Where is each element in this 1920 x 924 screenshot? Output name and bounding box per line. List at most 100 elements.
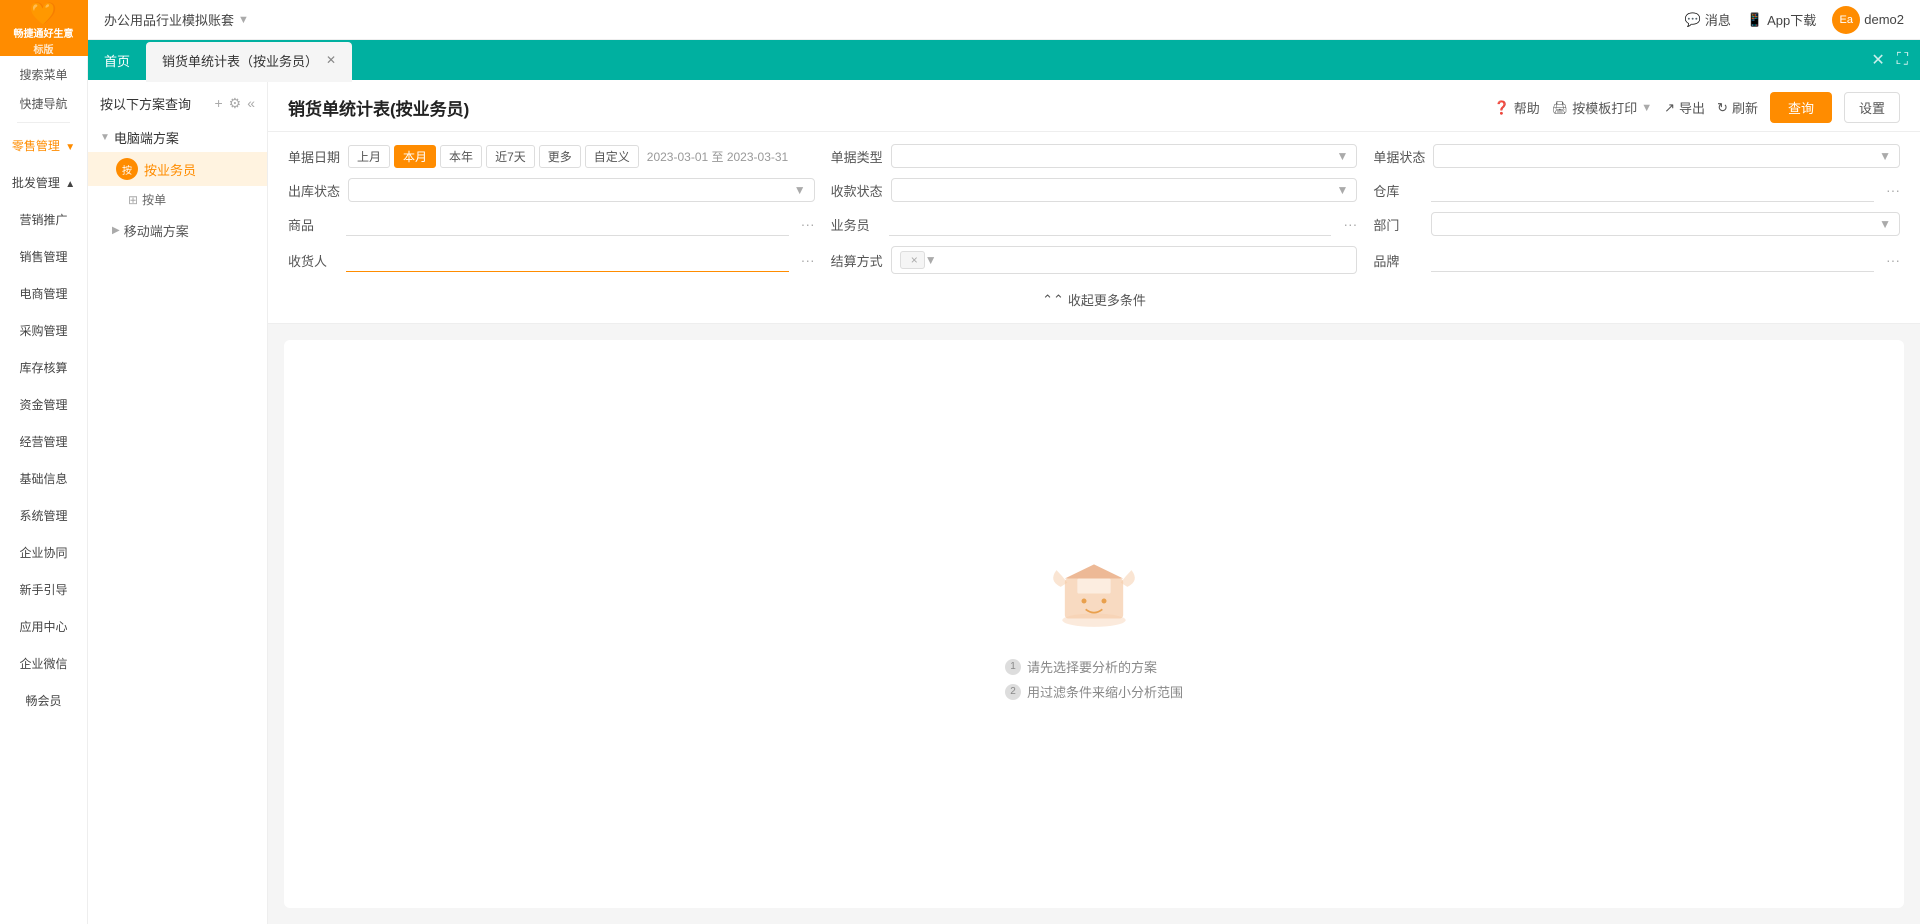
filter-brand-item: 品牌 ···: [1373, 248, 1900, 272]
filter-settlement-item: 结算方式 × ▼: [831, 246, 1358, 274]
department-label: 部门: [1373, 215, 1423, 234]
sidebar-item-retail[interactable]: 零售管理 ▼: [0, 127, 87, 164]
tab-home[interactable]: 首页: [88, 40, 146, 80]
sidebar: 🧡 畅捷通好生意 标版 搜索菜单 快捷导航 零售管理 ▼ 批发管理 ▲ 营销推广…: [0, 0, 88, 924]
chevron-down-icon: ▼: [238, 14, 249, 26]
chevron-down-icon: ▼: [925, 253, 937, 267]
this-month-btn[interactable]: 本月: [394, 145, 436, 168]
print-dropdown-icon: ▼: [1641, 102, 1652, 114]
tab-sales-stats[interactable]: 销货单统计表（按业务员） ✕: [146, 42, 352, 82]
avatar: Ea: [1832, 6, 1860, 34]
add-scheme-icon[interactable]: +: [214, 95, 222, 112]
sidebar-item-purchase[interactable]: 采购管理: [0, 312, 87, 349]
order-type-label: 单据类型: [831, 147, 883, 166]
empty-tips: 1 请先选择要分析的方案 2 用过滤条件来缩小分析范围: [1005, 657, 1183, 707]
quick-nav-item[interactable]: 快捷导航: [0, 89, 87, 118]
collapse-button[interactable]: ⌃⌃ 收起更多条件: [288, 284, 1900, 311]
filter-row-4: 收货人 ··· 结算方式 × ▼: [288, 246, 1900, 274]
sidebar-item-finance[interactable]: 资金管理: [0, 386, 87, 423]
settlement-label: 结算方式: [831, 251, 883, 270]
tree-sub-item-by-order[interactable]: ⊞ 按单: [88, 186, 267, 213]
order-type-select[interactable]: ▼: [891, 144, 1358, 168]
last-month-btn[interactable]: 上月: [348, 145, 390, 168]
user-menu[interactable]: Ea demo2: [1832, 6, 1904, 34]
settings-scheme-icon[interactable]: ⚙: [229, 95, 242, 112]
consignee-input[interactable]: [346, 248, 789, 272]
warehouse-input[interactable]: [1431, 178, 1874, 202]
ship-status-select[interactable]: ▼: [348, 178, 815, 202]
content: 按以下方案查询 + ⚙ « ▼ 电脑端方案 按 按业务员 ⊞ 按单: [88, 80, 1920, 924]
order-status-select[interactable]: ▼: [1433, 144, 1900, 168]
sidebar-item-wholesale[interactable]: 批发管理 ▲: [0, 164, 87, 201]
help-button[interactable]: ❓ 帮助: [1494, 98, 1540, 117]
salesperson-label: 业务员: [831, 215, 881, 234]
payment-status-select[interactable]: ▼: [891, 178, 1358, 202]
print-icon: 🖨: [1552, 100, 1569, 116]
product-label: 商品: [288, 215, 338, 234]
settings-button[interactable]: 设置: [1844, 92, 1900, 123]
tab-close-icon[interactable]: ✕: [326, 53, 336, 67]
sidebar-item-sales[interactable]: 销售管理: [0, 238, 87, 275]
date-range: 2023-03-01 至 2023-03-31: [647, 148, 788, 165]
tree-mobile-header[interactable]: ▶ 移动端方案: [112, 221, 255, 240]
product-input[interactable]: [346, 212, 789, 236]
product-more-icon[interactable]: ···: [801, 216, 815, 232]
tab-maximize-icon[interactable]: ⛶: [1893, 51, 1912, 69]
salesperson-input[interactable]: [889, 212, 1332, 236]
department-select[interactable]: ▼: [1431, 212, 1900, 236]
more-btn[interactable]: 更多: [539, 145, 581, 168]
query-button[interactable]: 查询: [1770, 92, 1832, 123]
sidebar-item-system[interactable]: 系统管理: [0, 497, 87, 534]
refresh-button[interactable]: ↻ 刷新: [1717, 98, 1758, 117]
sidebar-item-inventory[interactable]: 库存核算: [0, 349, 87, 386]
warehouse-more-icon[interactable]: ···: [1886, 182, 1900, 198]
filter-salesperson-item: 业务员 ···: [831, 212, 1358, 236]
logo-icon: 🧡: [30, 1, 57, 27]
sidebar-item-operations[interactable]: 经营管理: [0, 423, 87, 460]
logo-subtitle: 标版: [34, 41, 54, 56]
app-logo[interactable]: 🧡 畅捷通好生意 标版: [0, 0, 88, 56]
sub-scheme-icon: ⊞: [128, 193, 138, 207]
salesperson-more-icon[interactable]: ···: [1343, 216, 1357, 232]
tree-mobile-arrow-icon: ▶: [112, 225, 120, 236]
refresh-icon: ↻: [1717, 100, 1728, 116]
last7-btn[interactable]: 近7天: [486, 145, 535, 168]
sidebar-item-basic[interactable]: 基础信息: [0, 460, 87, 497]
warehouse-label: 仓库: [1373, 181, 1423, 200]
consignee-more-icon[interactable]: ···: [801, 252, 815, 268]
sidebar-item-apps[interactable]: 应用中心: [0, 608, 87, 645]
sidebar-item-ecommerce[interactable]: 电商管理: [0, 275, 87, 312]
filter-form: 单据日期 上月 本月 本年 近7天 更多 自定义 2023-03-01 至 20…: [268, 132, 1920, 324]
tab-close-all-icon[interactable]: ✕: [1867, 50, 1888, 70]
app-download-button[interactable]: 📱 App下载: [1747, 10, 1816, 29]
tree-item-by-salesperson[interactable]: 按 按业务员: [88, 152, 267, 186]
search-menu-item[interactable]: 搜索菜单: [0, 56, 87, 89]
collapse-panel-icon[interactable]: «: [247, 95, 255, 112]
chevron-down-icon: ▼: [794, 183, 806, 197]
empty-state: 1 请先选择要分析的方案 2 用过滤条件来缩小分析范围: [284, 340, 1904, 908]
scheme-icon: 按: [116, 158, 138, 180]
brand-label: 品牌: [1373, 251, 1423, 270]
tree-group-mobile: ▶ 移动端方案: [88, 217, 267, 244]
order-status-label: 单据状态: [1373, 147, 1425, 166]
brand-input[interactable]: [1431, 248, 1874, 272]
this-year-btn[interactable]: 本年: [440, 145, 482, 168]
filter-row-1: 单据日期 上月 本月 本年 近7天 更多 自定义 2023-03-01 至 20…: [288, 144, 1900, 168]
message-button[interactable]: 💬 消息: [1685, 10, 1731, 29]
export-button[interactable]: ↗ 导出: [1664, 98, 1705, 117]
chevron-up-icon: ▲: [65, 179, 75, 190]
sidebar-item-newbie[interactable]: 新手引导: [0, 571, 87, 608]
sidebar-item-member[interactable]: 畅会员: [0, 682, 87, 719]
sidebar-item-marketing[interactable]: 营销推广: [0, 201, 87, 238]
settlement-select[interactable]: × ▼: [891, 246, 1358, 274]
sidebar-item-wechat[interactable]: 企业微信: [0, 645, 87, 682]
custom-btn[interactable]: 自定义: [585, 145, 639, 168]
left-panel: 按以下方案查询 + ⚙ « ▼ 电脑端方案 按 按业务员 ⊞ 按单: [88, 80, 268, 924]
sidebar-item-enterprise[interactable]: 企业协同: [0, 534, 87, 571]
brand-more-icon[interactable]: ···: [1886, 252, 1900, 268]
filter-order-status-item: 单据状态 ▼: [1373, 144, 1900, 168]
tree-group-pc-header[interactable]: ▼ 电脑端方案: [88, 123, 267, 152]
print-button[interactable]: 🖨 按模板打印 ▼: [1552, 98, 1652, 117]
account-dropdown[interactable]: 办公用品行业模拟账套 ▼: [104, 10, 249, 29]
settlement-tag-close-icon[interactable]: ×: [911, 253, 918, 267]
